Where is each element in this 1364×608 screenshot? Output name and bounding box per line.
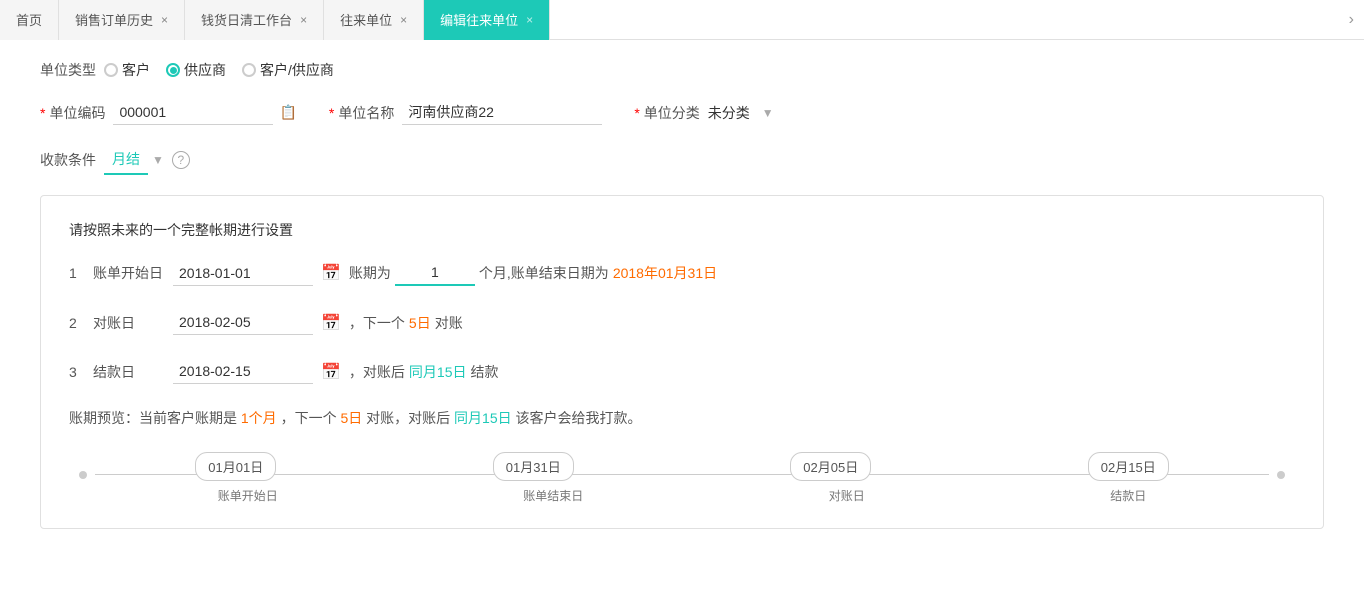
timeline-row: 01月01日 01月31日 02月05日 02月15日 (79, 452, 1285, 481)
payment-dropdown-group: 月结 ▼ (104, 145, 164, 175)
reconcile-date-calendar-icon[interactable]: 📅 (321, 313, 341, 333)
timeline-node-2: 02月05日 (790, 452, 871, 481)
timeline-labels: 账单开始日 账单结束日 对账日 结款日 (95, 487, 1269, 504)
row-label-3: 结款日 (93, 362, 173, 382)
timeline-badge-1: 01月31日 (493, 452, 574, 481)
radio-both[interactable]: 客户/供应商 (242, 60, 334, 80)
unit-type-row: 单位类型 客户 供应商 客户/供应商 (40, 60, 1324, 80)
payment-label: 收款条件 (40, 150, 96, 170)
unit-name-input[interactable] (402, 100, 602, 125)
row-num-2: 2 (69, 315, 93, 331)
timeline-badge-0: 01月01日 (195, 452, 276, 481)
close-tab-sales[interactable]: × (161, 13, 168, 27)
timeline-node-1: 01月31日 (493, 452, 574, 481)
unit-name-label: 单位名称 (338, 103, 394, 123)
timeline-node-3: 02月15日 (1088, 452, 1169, 481)
unit-category-group: * 单位分类 未分类 ▼ (634, 103, 773, 123)
row-label-2: 对账日 (93, 313, 173, 333)
main-content: 单位类型 客户 供应商 客户/供应商 * 单位编码 📋 (0, 40, 1364, 608)
payment-chevron[interactable]: ▼ (152, 153, 164, 167)
timeline-nodes: 01月01日 01月31日 02月05日 02月15日 (87, 452, 1277, 481)
timeline-node-0: 01月01日 (195, 452, 276, 481)
row-3-desc: ，对账后 同月15日 结款 (349, 362, 499, 382)
timeline-container: 01月01日 01月31日 02月05日 02月15日 (69, 452, 1295, 504)
period-row-2: 2 对账日 📅 ，下一个 5日 对账 (69, 310, 1295, 335)
reconcile-day-highlight: 5日 (409, 313, 431, 333)
preview-text: 账期预览：当前客户账期是 1个月 ，下一个 5日 对账，对账后 同月15日 该客… (69, 408, 1295, 428)
period-end-date: 2018年01月31日 (613, 263, 717, 283)
radio-customer[interactable]: 客户 (104, 60, 150, 80)
radio-circle-customer (104, 63, 118, 77)
tab-home[interactable]: 首页 (0, 0, 59, 40)
preview-reconcile-day: 5日 (340, 410, 362, 426)
tabs-bar: 首页 销售订单历史 × 钱货日清工作台 × 往来单位 × 编辑往来单位 × › (0, 0, 1364, 40)
start-date-calendar-icon[interactable]: 📅 (321, 263, 341, 283)
row-2-desc: ，下一个 5日 对账 (349, 313, 463, 333)
timeline-badge-2: 02月05日 (790, 452, 871, 481)
row-1-desc: 账期为 个月,账单结束日期为 2018年01月31日 (349, 260, 717, 286)
preview-payment-day: 同月15日 (454, 410, 512, 426)
payment-day-highlight: 同月15日 (409, 362, 467, 382)
timeline-start-dot (79, 471, 87, 479)
radio-circle-supplier (166, 63, 180, 77)
unit-info-row: * 单位编码 📋 * 单位名称 * 单位分类 未分类 ▼ (40, 100, 1324, 125)
period-row-3: 3 结款日 📅 ，对账后 同月15日 结款 (69, 359, 1295, 384)
row-num-1: 1 (69, 265, 93, 281)
row-label-1: 账单开始日 (93, 263, 173, 283)
reconcile-date-input[interactable] (173, 310, 313, 335)
tab-partner[interactable]: 往来单位 × (324, 0, 424, 40)
close-tab-edit-partner[interactable]: × (526, 13, 533, 27)
timeline-label-0: 账单开始日 (218, 487, 278, 504)
timeline-label-1: 账单结束日 (523, 487, 583, 504)
unit-name-group: * 单位名称 (329, 100, 602, 125)
unit-category-label: 单位分类 (644, 103, 700, 123)
payment-date-calendar-icon[interactable]: 📅 (321, 362, 341, 382)
unit-type-label: 单位类型 (40, 60, 96, 80)
preview-period: 1个月 (241, 410, 277, 426)
period-months-input[interactable] (395, 260, 475, 286)
timeline-labels-row: 账单开始日 账单结束日 对账日 结款日 (79, 487, 1285, 504)
close-tab-daily[interactable]: × (300, 13, 307, 27)
timeline-end-dot (1277, 471, 1285, 479)
unit-code-label: 单位编码 (49, 103, 105, 123)
period-row-1: 1 账单开始日 📅 账期为 个月,账单结束日期为 2018年01月31日 (69, 260, 1295, 286)
payment-value[interactable]: 月结 (104, 145, 148, 175)
radio-group-unit-type: 客户 供应商 客户/供应商 (104, 60, 334, 80)
close-tab-partner[interactable]: × (400, 13, 407, 27)
period-section: 请按照未来的一个完整帐期进行设置 1 账单开始日 📅 账期为 个月,账单结束日期… (40, 195, 1324, 529)
unit-category-chevron[interactable]: ▼ (762, 106, 774, 120)
section-title: 请按照未来的一个完整帐期进行设置 (69, 220, 1295, 240)
timeline-badge-3: 02月15日 (1088, 452, 1169, 481)
radio-circle-both (242, 63, 256, 77)
payment-row: 收款条件 月结 ▼ ? (40, 145, 1324, 175)
timeline-label-3: 结款日 (1110, 487, 1146, 504)
start-date-input[interactable] (173, 261, 313, 286)
tab-arrow-right[interactable]: › (1339, 11, 1364, 29)
unit-code-icon[interactable]: 📋 (279, 104, 296, 121)
tab-sales-history[interactable]: 销售订单历史 × (59, 0, 185, 40)
tab-edit-partner[interactable]: 编辑往来单位 × (424, 0, 550, 40)
payment-date-input[interactable] (173, 359, 313, 384)
unit-category-value: 未分类 (708, 103, 750, 123)
radio-dot-supplier (170, 67, 177, 74)
payment-help-icon[interactable]: ? (172, 151, 190, 169)
timeline-label-2: 对账日 (829, 487, 865, 504)
row-num-3: 3 (69, 364, 93, 380)
unit-code-group: * 单位编码 📋 (40, 100, 297, 125)
radio-supplier[interactable]: 供应商 (166, 60, 226, 80)
unit-code-input[interactable] (113, 100, 273, 125)
tab-daily-clear[interactable]: 钱货日清工作台 × (185, 0, 324, 40)
